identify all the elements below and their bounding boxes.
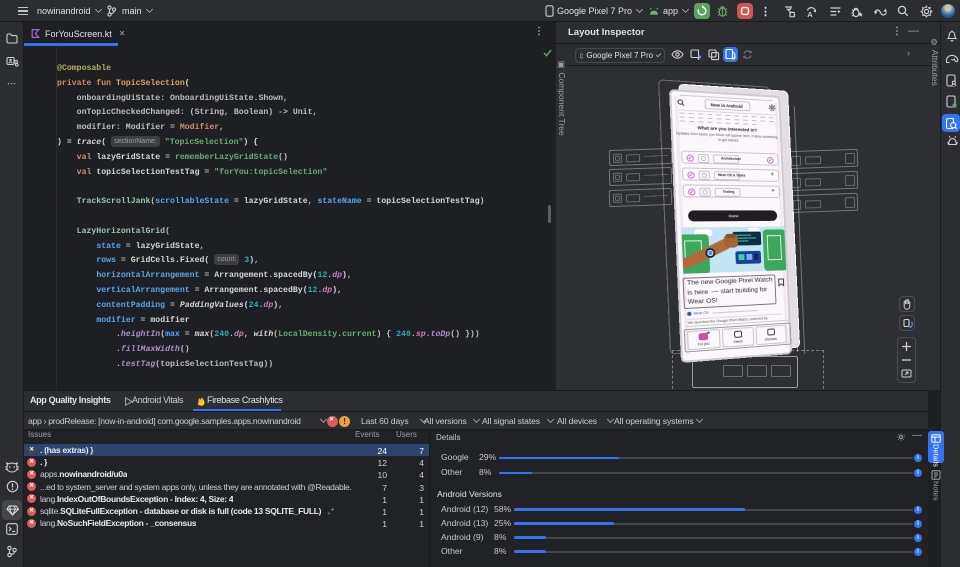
- svg-text:A: A: [807, 10, 813, 18]
